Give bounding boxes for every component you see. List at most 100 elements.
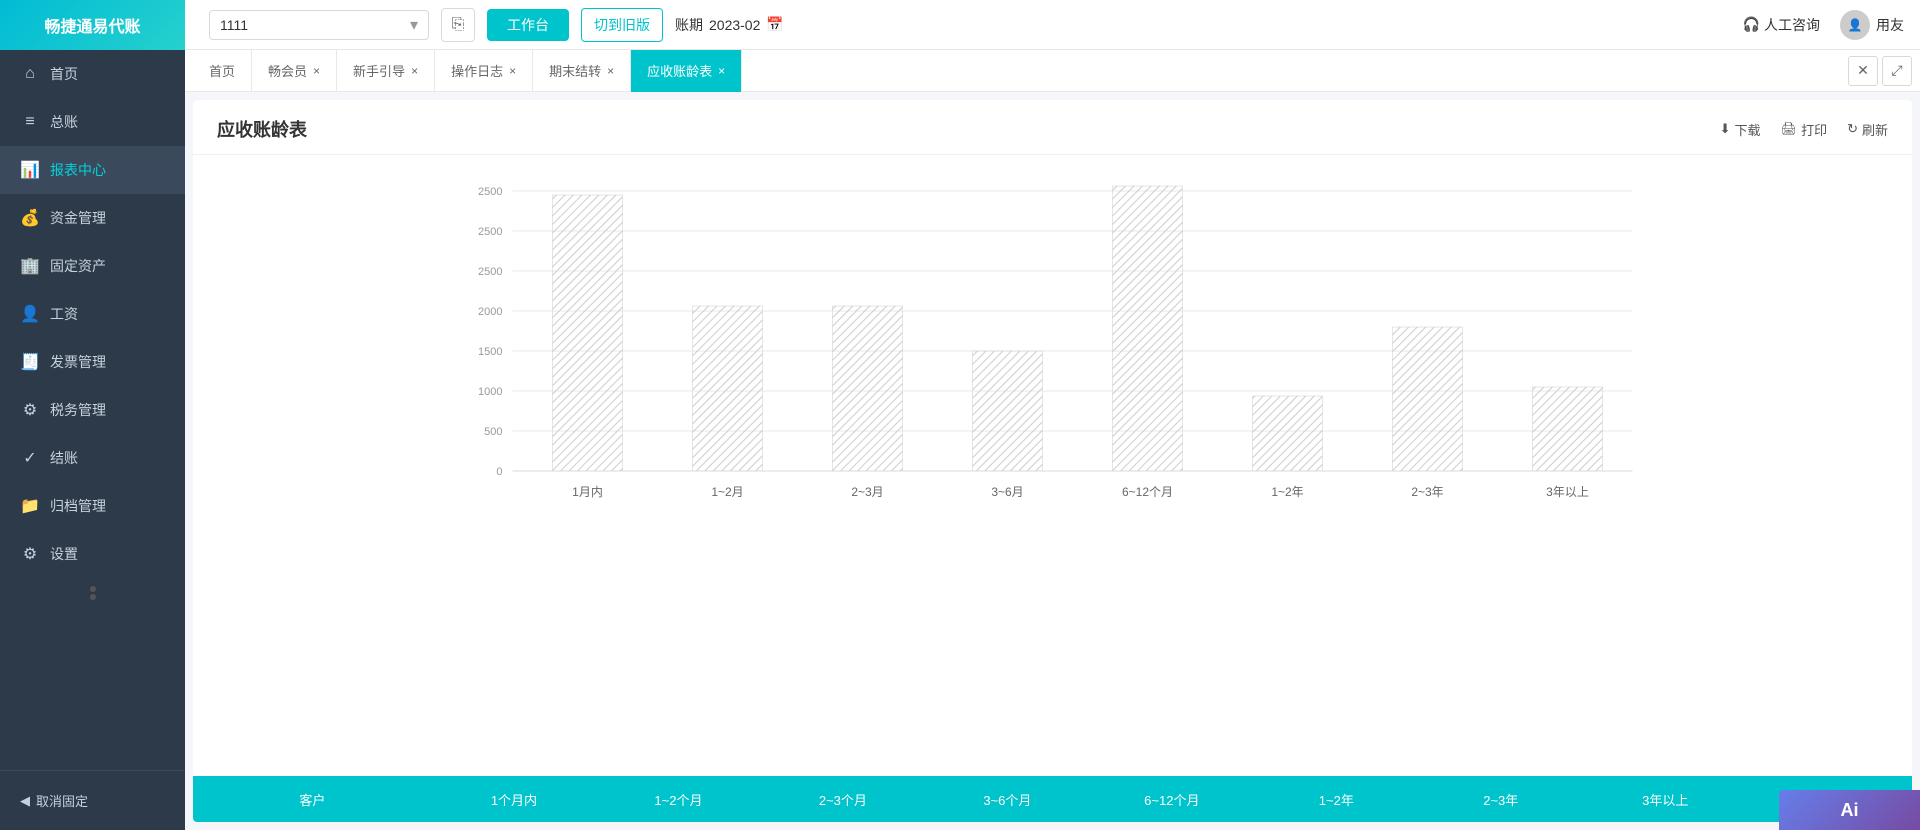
sidebar-item-archive[interactable]: 📁 归档管理: [0, 482, 185, 530]
consult-label: 人工咨询: [1764, 15, 1820, 35]
copy-icon: ⎘: [452, 16, 465, 34]
sidebar-item-label: 发票管理: [50, 352, 106, 372]
svg-text:1~2月: 1~2月: [711, 485, 743, 499]
table-col-header-4: 3~6个月: [925, 790, 1089, 809]
tab-period_closing[interactable]: 期末结转 ×: [533, 50, 631, 92]
content-area: 首页畅会员× 新手引导 × 操作日志 × 期末结转 × 应收账龄表 × ✕ ⤢ 应收账龄表 ⬇ …: [185, 50, 1920, 830]
svg-text:2500: 2500: [478, 226, 502, 238]
sidebar-item-assets[interactable]: 🏢 固定资产: [0, 242, 185, 290]
header-right: 🎧 人工咨询 👤 用友: [1743, 10, 1904, 40]
table-col-header-0: 客户: [193, 790, 432, 809]
chart-area: 2500 2500 2500 2000 1500 1000 500 0: [193, 155, 1912, 776]
top-header: 畅捷通易代账 1111 ▾ ⎘ 工作台 切到旧版 账期 2023-02 📅 🎧 …: [0, 0, 1920, 50]
workbench-button[interactable]: 工作台: [487, 9, 569, 41]
tab-close-icon[interactable]: ×: [607, 64, 614, 78]
table-col-header-1: 1个月内: [432, 790, 596, 809]
ai-badge[interactable]: Ai: [1779, 790, 1920, 830]
tab-ar_aging[interactable]: 应收账龄表 ×: [631, 50, 742, 92]
table-col-header-7: 2~3年: [1419, 790, 1583, 809]
tab-close-icon[interactable]: ×: [313, 64, 320, 78]
close-tab-button[interactable]: ✕: [1848, 56, 1878, 86]
page-content: 应收账龄表 ⬇ 下载 🖨 打印 ↻ 刷新: [193, 100, 1912, 822]
maximize-tab-button[interactable]: ⤢: [1882, 56, 1912, 86]
bar-chart: 2500 2500 2500 2000 1500 1000 500 0: [217, 171, 1888, 531]
table-col-header-8: 3年以上: [1583, 790, 1747, 809]
period-label: 账期: [675, 15, 703, 35]
sidebar-item-label: 首页: [50, 64, 78, 84]
funds-icon: 💰: [20, 208, 40, 228]
tab-close-icon[interactable]: ×: [718, 64, 725, 78]
sidebar-item-funds[interactable]: 💰 资金管理: [0, 194, 185, 242]
period-value: 2023-02: [709, 17, 760, 33]
sidebar-item-reports[interactable]: 📊 报表中心: [0, 146, 185, 194]
print-icon: 🖨: [1781, 121, 1798, 137]
ledger-icon: ≡: [20, 113, 40, 131]
reports-icon: 📊: [20, 160, 40, 180]
svg-text:3~6月: 3~6月: [991, 485, 1023, 499]
svg-text:2500: 2500: [478, 186, 502, 198]
calendar-icon[interactable]: 📅: [766, 16, 783, 33]
tax-icon: ⚙: [20, 400, 40, 420]
switch-old-button[interactable]: 切到旧版: [581, 8, 663, 42]
invoice-icon: 🧾: [20, 352, 40, 372]
scroll-indicator: [0, 578, 185, 608]
tab-label: 首页: [209, 61, 235, 80]
sidebar-item-label: 设置: [50, 544, 78, 564]
sidebar-item-closing[interactable]: ✓ 结账: [0, 434, 185, 482]
svg-text:500: 500: [484, 426, 502, 438]
sidebar-item-label: 工资: [50, 304, 78, 324]
tab-guide[interactable]: 新手引导 ×: [337, 50, 435, 92]
print-button[interactable]: 🖨 打印: [1781, 120, 1828, 139]
collapse-button[interactable]: ◀ 取消固定: [0, 781, 185, 820]
download-button[interactable]: ⬇ 下载: [1720, 120, 1761, 139]
user-area[interactable]: 👤 用友: [1840, 10, 1904, 40]
sidebar-item-tax[interactable]: ⚙ 税务管理: [0, 386, 185, 434]
sidebar-item-label: 固定资产: [50, 256, 106, 276]
chevron-down-icon: ▾: [410, 15, 418, 35]
assets-icon: 🏢: [20, 256, 40, 276]
copy-button[interactable]: ⎘: [441, 8, 475, 42]
tab-oplog[interactable]: 操作日志 ×: [435, 50, 533, 92]
avatar: 👤: [1840, 10, 1870, 40]
refresh-button[interactable]: ↻ 刷新: [1847, 120, 1888, 139]
svg-text:1500: 1500: [478, 346, 502, 358]
table-header-row: 客户1个月内1~2个月2~3个月3~6个月6~12个月1~2年2~3年3年以上合…: [193, 776, 1912, 822]
tabs-bar: 首页畅会员× 新手引导 × 操作日志 × 期末结转 × 应收账龄表 × ✕ ⤢: [185, 50, 1920, 92]
tabs-actions: ✕ ⤢: [1848, 56, 1912, 86]
sidebar: ⌂ 首页 ≡ 总账 📊 报表中心 💰 资金管理 🏢 固定资产 👤 工资 🧾 发票…: [0, 50, 185, 830]
consult-button[interactable]: 🎧 人工咨询: [1743, 15, 1820, 35]
sidebar-item-label: 税务管理: [50, 400, 106, 420]
refresh-label: 刷新: [1862, 120, 1888, 139]
headset-icon: 🎧: [1743, 16, 1760, 33]
logo-area: 畅捷通易代账: [0, 0, 185, 50]
sidebar-item-ledger[interactable]: ≡ 总账: [0, 98, 185, 146]
tab-close-icon[interactable]: ×: [509, 64, 516, 78]
svg-text:2000: 2000: [478, 306, 502, 318]
tab-member[interactable]: 畅会员×: [252, 50, 337, 92]
sidebar-item-home[interactable]: ⌂ 首页: [0, 50, 185, 98]
svg-text:2500: 2500: [478, 266, 502, 278]
table-col-header-3: 2~3个月: [761, 790, 925, 809]
tab-home[interactable]: 首页: [193, 50, 252, 92]
company-name: 1111: [220, 17, 402, 33]
home-icon: ⌂: [20, 65, 40, 83]
svg-text:3年以上: 3年以上: [1546, 485, 1589, 499]
tab-label: 期末结转: [549, 61, 601, 80]
user-name: 用友: [1876, 15, 1904, 35]
sidebar-item-salary[interactable]: 👤 工资: [0, 290, 185, 338]
tab-label: 新手引导: [353, 61, 405, 80]
svg-text:1000: 1000: [478, 386, 502, 398]
sidebar-item-invoice[interactable]: 🧾 发票管理: [0, 338, 185, 386]
main-layout: ⌂ 首页 ≡ 总账 📊 报表中心 💰 资金管理 🏢 固定资产 👤 工资 🧾 发票…: [0, 50, 1920, 830]
tab-label: 操作日志: [451, 61, 503, 80]
tab-label: 应收账龄表: [647, 61, 712, 80]
svg-text:2~3年: 2~3年: [1411, 485, 1443, 499]
tab-close-icon[interactable]: ×: [411, 64, 418, 78]
app-logo: 畅捷通易代账: [44, 13, 140, 37]
archive-icon: 📁: [20, 496, 40, 516]
download-label: 下载: [1735, 120, 1761, 139]
svg-text:6~12个月: 6~12个月: [1122, 485, 1173, 499]
sidebar-item-settings[interactable]: ⚙ 设置: [0, 530, 185, 578]
company-selector[interactable]: 1111 ▾: [209, 10, 429, 40]
sidebar-item-label: 总账: [50, 112, 78, 132]
